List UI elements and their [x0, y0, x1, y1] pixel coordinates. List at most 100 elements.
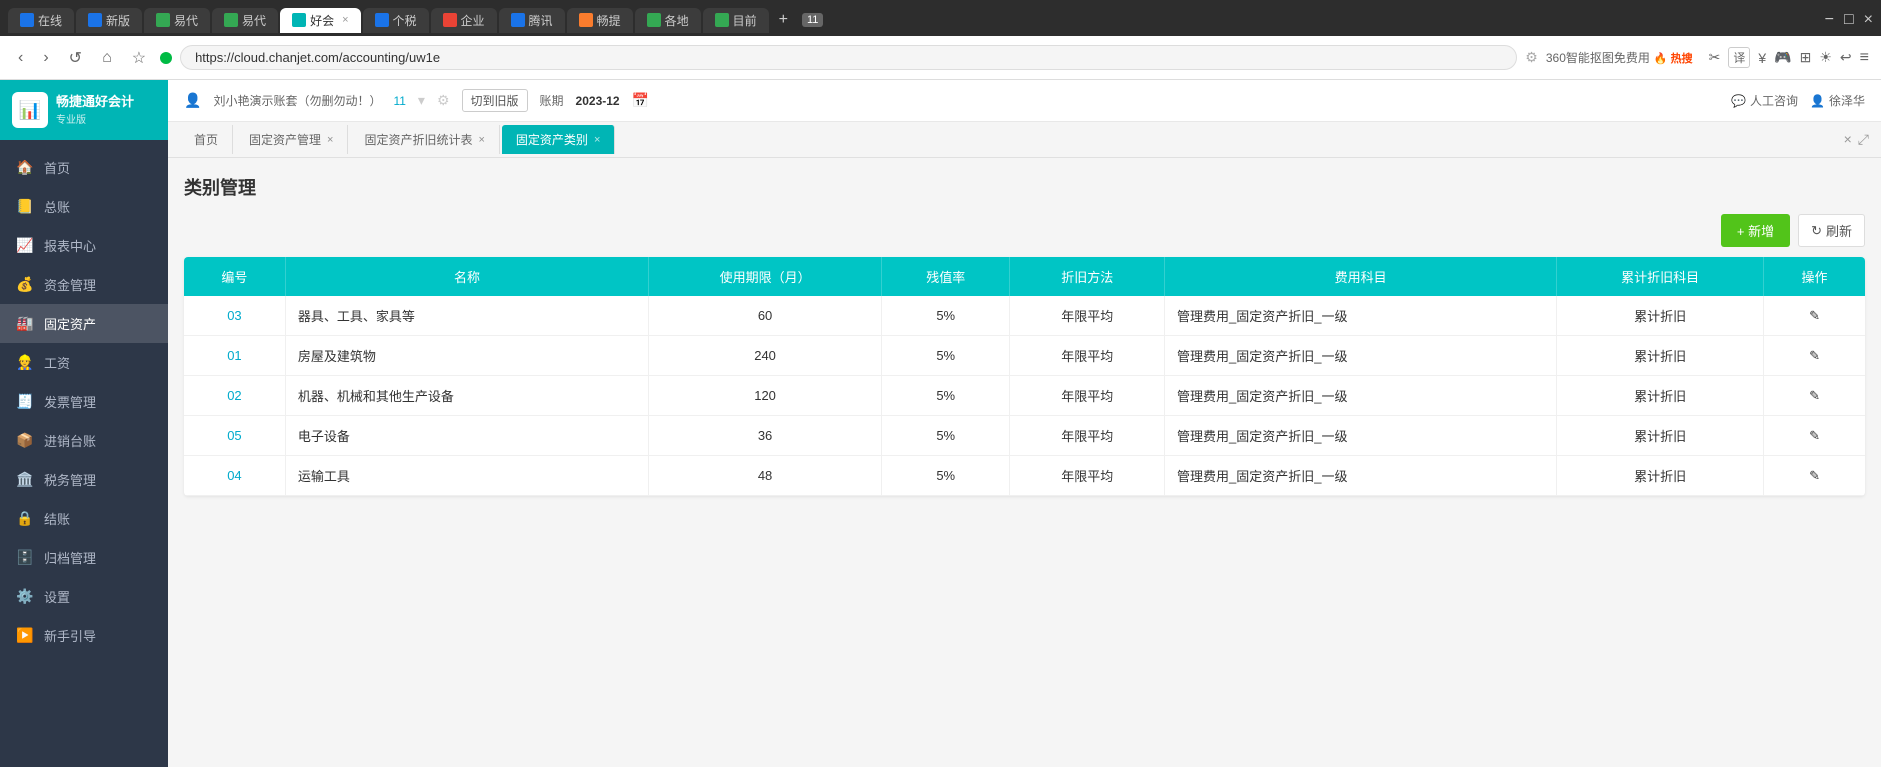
- grid-icon[interactable]: ⊞: [1800, 49, 1812, 66]
- browser-tab-close-5[interactable]: ×: [342, 14, 348, 26]
- row-1-edit[interactable]: ✎: [1764, 336, 1865, 376]
- sidebar-item-ledger[interactable]: 📒总账: [0, 187, 168, 226]
- back-button[interactable]: ‹: [12, 47, 29, 69]
- nav-label-tax: 税务管理: [44, 470, 96, 489]
- sidebar-item-archive[interactable]: 🗄️归档管理: [0, 538, 168, 577]
- tab-count-badge: 11: [802, 13, 823, 27]
- game-icon[interactable]: 🎮: [1774, 49, 1791, 66]
- maximize-button[interactable]: □: [1844, 11, 1854, 29]
- tab-favicon-4: [224, 13, 238, 27]
- row-3-code: 05: [184, 416, 285, 456]
- expand-button[interactable]: ⤢: [1858, 131, 1869, 148]
- nav-label-inventory: 进销台账: [44, 431, 96, 450]
- sidebar-item-fixed-assets[interactable]: 🏭固定资产: [0, 304, 168, 343]
- browser-tab-11[interactable]: 目前: [703, 8, 769, 33]
- browser-tab-6[interactable]: 个税: [363, 8, 429, 33]
- switch-version-button[interactable]: 切到旧版: [462, 89, 528, 112]
- table-header-编号: 编号: [184, 257, 285, 296]
- add-category-button[interactable]: + 新增: [1721, 214, 1790, 247]
- row-3-period: 36: [649, 416, 882, 456]
- page-tab-close-depreciation-table[interactable]: ×: [478, 134, 484, 146]
- browser-tab-2[interactable]: 新版: [76, 8, 142, 33]
- browser-tab-8[interactable]: 腾讯: [499, 8, 565, 33]
- row-3-edit[interactable]: ✎: [1764, 416, 1865, 456]
- search-bar: 360智能抠图免费用 🔥 热搜: [1546, 49, 1693, 66]
- browser-tab-5[interactable]: 好会 ×: [280, 8, 360, 33]
- tab-favicon-11: [715, 13, 729, 27]
- browser-tab-4[interactable]: 易代: [212, 8, 278, 33]
- table-header-累计折旧科目: 累计折旧科目: [1557, 257, 1764, 296]
- browser-tab-1[interactable]: 在线: [8, 8, 74, 33]
- table-header-使用期限（月）: 使用期限（月）: [649, 257, 882, 296]
- reload-button[interactable]: ↺: [63, 46, 88, 70]
- browser-tab-9[interactable]: 畅提: [567, 8, 633, 33]
- row-4-accumulated: 累计折旧: [1557, 456, 1764, 496]
- row-0-residual: 5%: [881, 296, 1009, 336]
- nav-label-ledger: 总账: [44, 197, 70, 216]
- address-input[interactable]: [180, 45, 1517, 70]
- collapse-button[interactable]: ×: [1844, 131, 1852, 148]
- address-bar: ‹ › ↺ ⌂ ☆ ⚙ 360智能抠图免费用 🔥 热搜 ✂ 译 ¥ 🎮 ⊞ ☀ …: [0, 36, 1881, 80]
- header-dropdown-icon[interactable]: ▾: [418, 92, 425, 109]
- refresh-button[interactable]: ↻ 刷新: [1798, 214, 1865, 247]
- brightness-icon[interactable]: ☀: [1819, 49, 1832, 66]
- page-tab-home[interactable]: 首页: [180, 125, 233, 154]
- sidebar-item-closing[interactable]: 🔒结账: [0, 499, 168, 538]
- page-tab-asset-category[interactable]: 固定资产类别×: [502, 125, 615, 154]
- browser-tab-3[interactable]: 易代: [144, 8, 210, 33]
- forward-button[interactable]: ›: [37, 47, 54, 69]
- logo-title: 畅捷通好会计: [56, 94, 134, 111]
- page-tab-depreciation-table[interactable]: 固定资产折旧统计表×: [350, 125, 499, 154]
- minimize-button[interactable]: −: [1825, 11, 1834, 29]
- bookmark-button[interactable]: ☆: [126, 46, 152, 70]
- sidebar-item-guide[interactable]: ▶️新手引导: [0, 616, 168, 655]
- currency-icon[interactable]: ¥: [1758, 50, 1766, 66]
- sidebar-item-invoice[interactable]: 🧾发票管理: [0, 382, 168, 421]
- tab-label-8: 腾讯: [529, 12, 553, 29]
- sidebar-item-tax[interactable]: 🏛️税务管理: [0, 460, 168, 499]
- row-2-period: 120: [649, 376, 882, 416]
- sidebar-item-settings[interactable]: ⚙️设置: [0, 577, 168, 616]
- page-tab-close-asset-category[interactable]: ×: [594, 134, 600, 146]
- sidebar-item-funds[interactable]: 💰资金管理: [0, 265, 168, 304]
- table-row: 01房屋及建筑物2405%年限平均管理费用_固定资产折旧_一级累计折旧✎: [184, 336, 1865, 376]
- calendar-icon[interactable]: 📅: [632, 92, 649, 109]
- new-tab-button[interactable]: +: [771, 7, 796, 33]
- refresh-icon: ↻: [1811, 223, 1822, 239]
- table-header-残值率: 残值率: [881, 257, 1009, 296]
- close-window-button[interactable]: ×: [1864, 11, 1873, 29]
- consulting-link[interactable]: 💬 人工咨询: [1731, 92, 1798, 109]
- row-1-code: 01: [184, 336, 285, 376]
- home-browser-button[interactable]: ⌂: [96, 47, 118, 69]
- header-settings-icon[interactable]: ⚙: [437, 92, 450, 109]
- row-4-code: 04: [184, 456, 285, 496]
- browser-tab-10[interactable]: 各地: [635, 8, 701, 33]
- row-4-expense: 管理费用_固定资产折旧_一级: [1165, 456, 1557, 496]
- browser-tab-bar: 在线 新版 易代 易代 好会 × 个税 企业 腾讯 畅提 各地 目前 + 11: [0, 0, 1881, 36]
- page-tab-close-fixed-asset-mgmt[interactable]: ×: [327, 134, 333, 146]
- sidebar-item-reports[interactable]: 📈报表中心: [0, 226, 168, 265]
- cut-icon[interactable]: ✂: [1709, 49, 1721, 66]
- menu-icon[interactable]: ≡: [1860, 49, 1869, 67]
- app-wrapper: 📊 畅捷通好会计 专业版 🏠首页📒总账📈报表中心💰资金管理🏭固定资产👷工资🧾发票…: [0, 80, 1881, 767]
- translate-icon[interactable]: 译: [1728, 47, 1750, 68]
- row-3-expense: 管理费用_固定资产折旧_一级: [1165, 416, 1557, 456]
- tab-favicon-3: [156, 13, 170, 27]
- table-header-操作: 操作: [1764, 257, 1865, 296]
- page-tab-fixed-asset-mgmt[interactable]: 固定资产管理×: [235, 125, 348, 154]
- nav-label-payroll: 工资: [44, 353, 70, 372]
- sidebar-item-payroll[interactable]: 👷工资: [0, 343, 168, 382]
- browser-tab-7[interactable]: 企业: [431, 8, 497, 33]
- sidebar-item-inventory[interactable]: 📦进销台账: [0, 421, 168, 460]
- row-4-period: 48: [649, 456, 882, 496]
- row-0-edit[interactable]: ✎: [1764, 296, 1865, 336]
- row-1-residual: 5%: [881, 336, 1009, 376]
- row-4-edit[interactable]: ✎: [1764, 456, 1865, 496]
- undo-icon[interactable]: ↩: [1840, 49, 1852, 66]
- row-2-edit[interactable]: ✎: [1764, 376, 1865, 416]
- user-profile-link[interactable]: 👤 徐泽华: [1810, 92, 1865, 109]
- row-1-method: 年限平均: [1010, 336, 1165, 376]
- sidebar-item-home[interactable]: 🏠首页: [0, 148, 168, 187]
- period-label: 账期: [540, 92, 564, 109]
- row-1-period: 240: [649, 336, 882, 376]
